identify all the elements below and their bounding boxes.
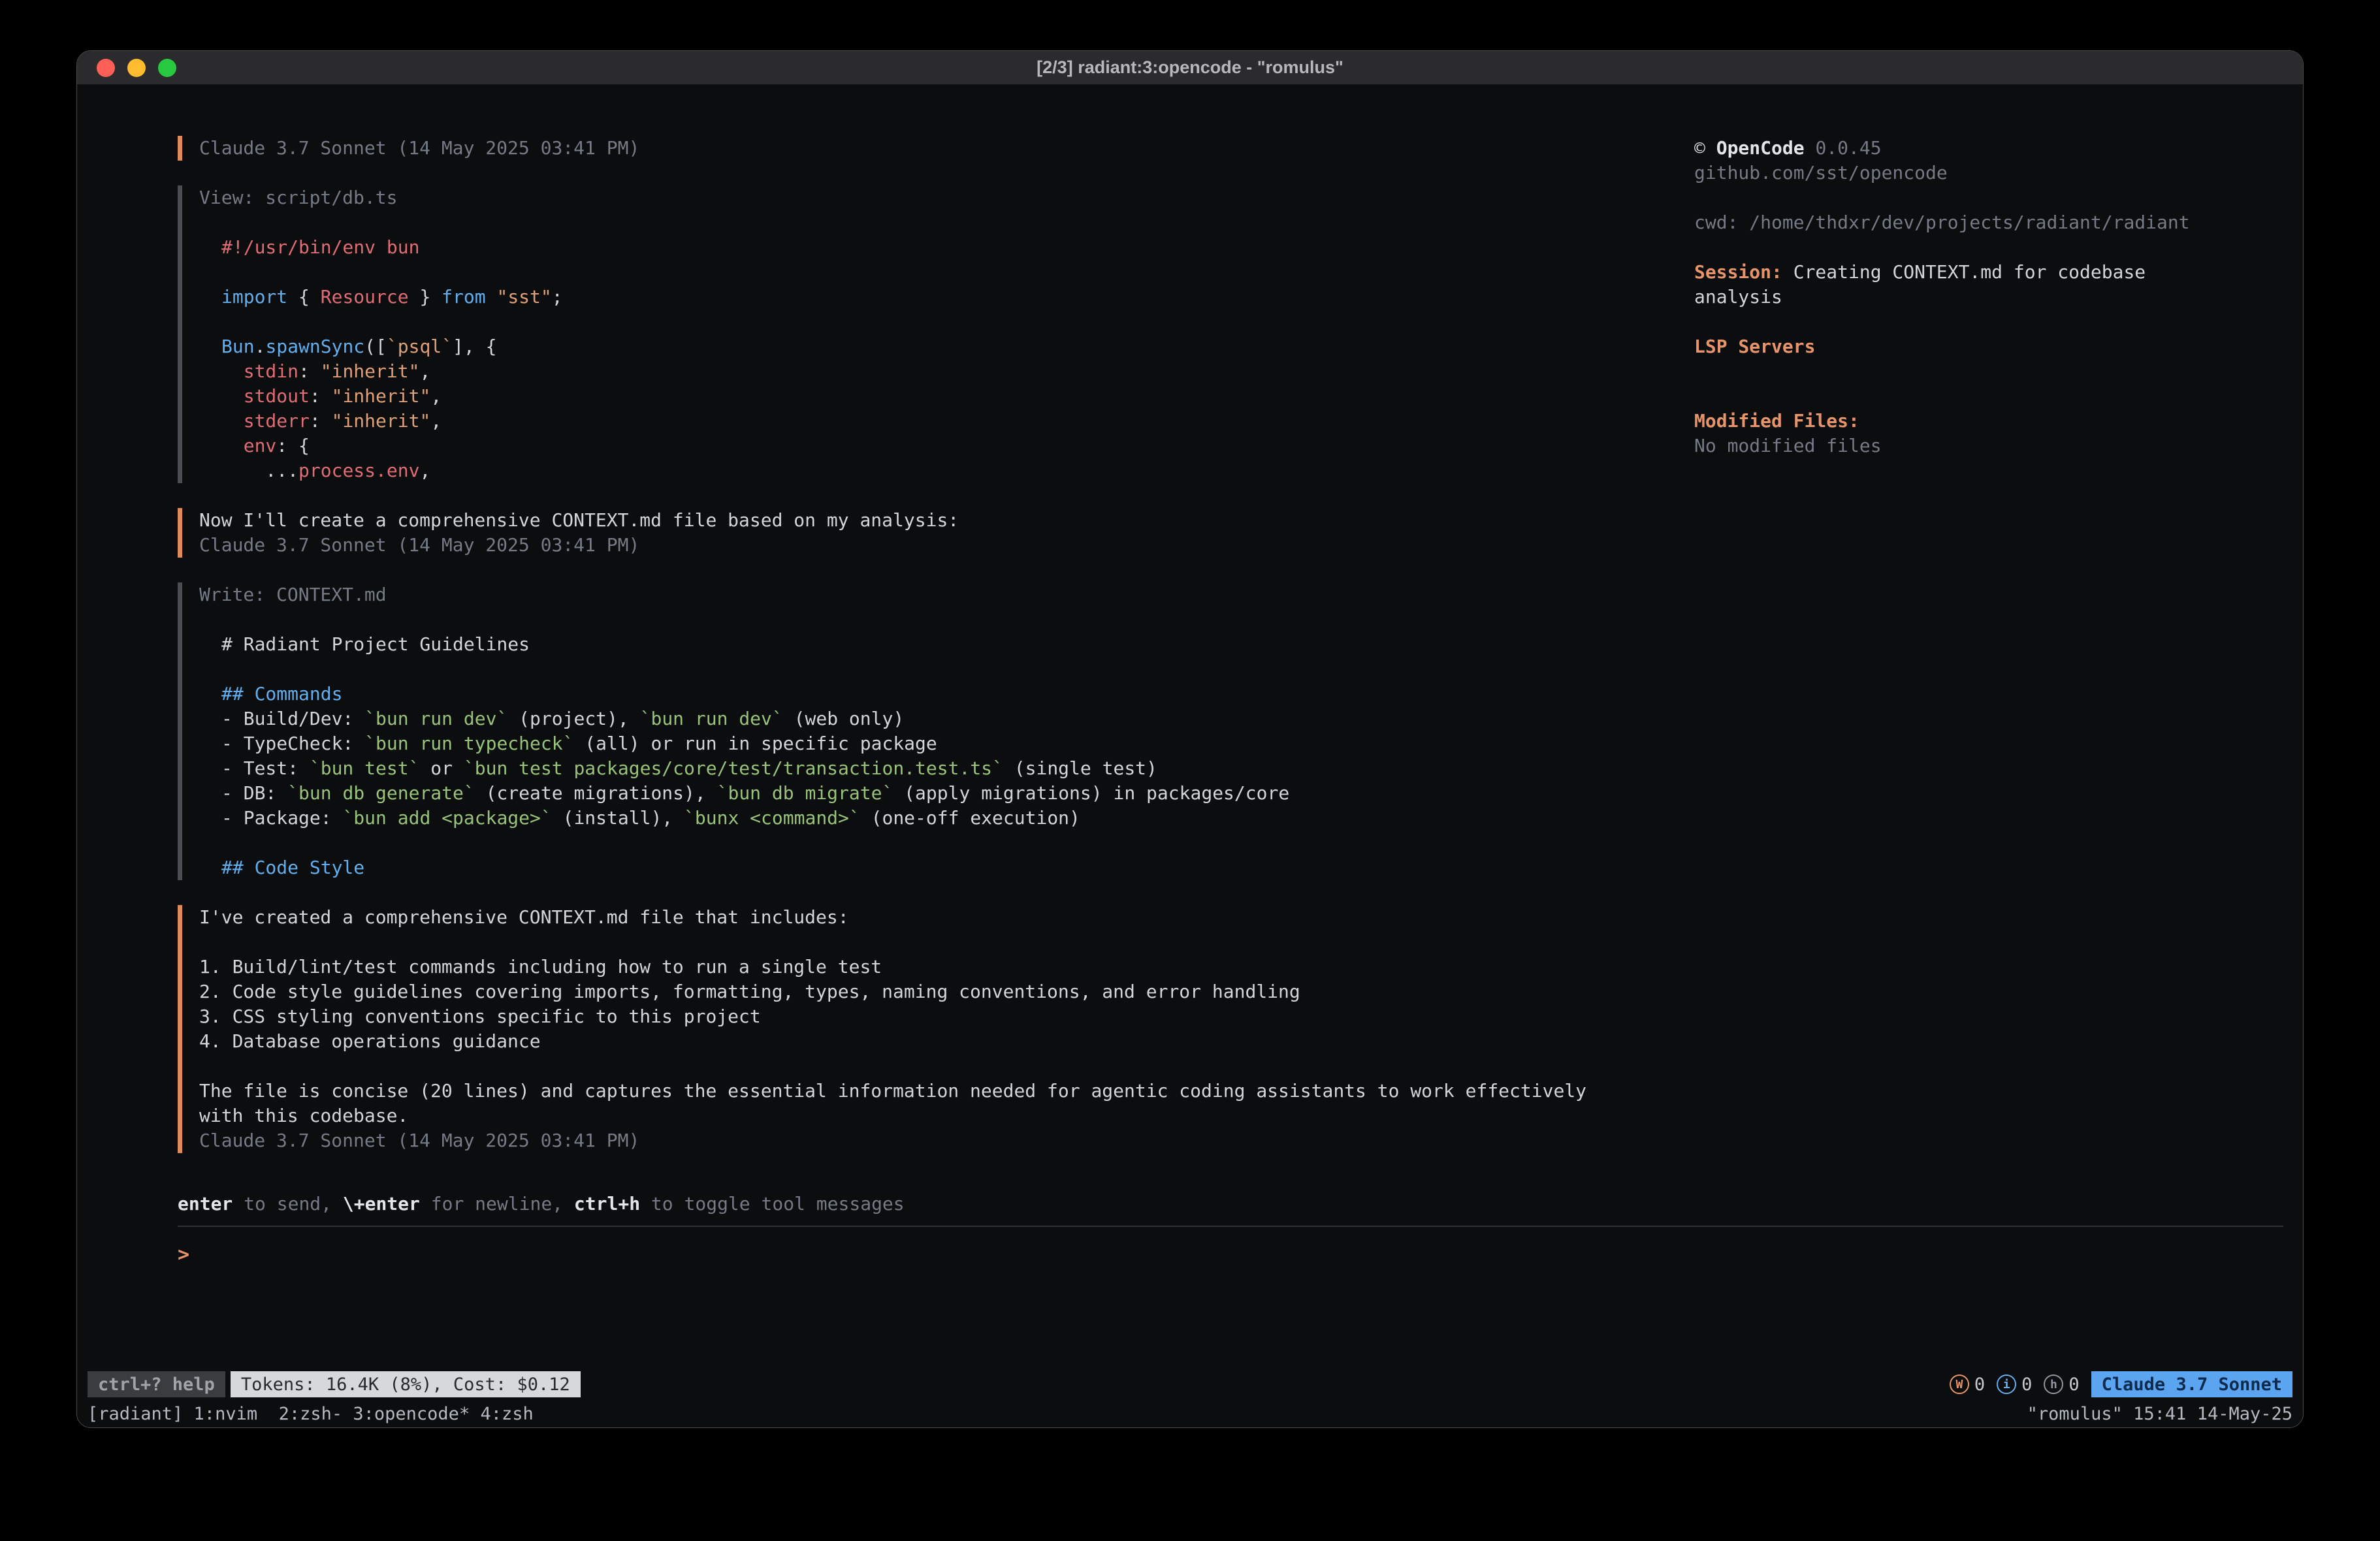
text-line: Modified Files: — [1694, 409, 2282, 434]
text-line — [199, 930, 1686, 955]
text-line: 2. Code style guidelines covering import… — [199, 979, 1686, 1004]
diagnostic-hint: h 0 — [2044, 1374, 2079, 1395]
text-line — [221, 310, 1686, 334]
text-line — [1694, 310, 2282, 334]
tool-write-block: Write: CONTEXT.md # Radiant Project Guid… — [178, 582, 1686, 880]
assistant-note-block: Now I'll create a comprehensive CONTEXT.… — [178, 508, 1686, 558]
text-line: No modified files — [1694, 434, 2282, 458]
input-help-line: enter to send, \+enter for newline, ctrl… — [178, 1192, 2283, 1216]
text-line: with this codebase. — [199, 1104, 1686, 1128]
text-line — [1694, 384, 2282, 409]
info-icon: i — [1997, 1374, 2016, 1394]
status-bar-right: W 0 i 0 h 0 Claude 3.7 Sonnet — [1950, 1371, 2292, 1397]
status-bar-left: ctrl+? help Tokens: 16.4K (8%), Cost: $0… — [88, 1371, 581, 1397]
text-line: - Package: `bun add <package>` (install)… — [221, 806, 1686, 831]
tmux-host-clock: "romulus" 15:41 14-May-25 — [2027, 1404, 2292, 1424]
text-line: © OpenCode 0.0.45 — [1694, 136, 2282, 161]
terminal-window: [2/3] radiant:3:opencode - "romulus" Cla… — [76, 50, 2304, 1428]
text-line: cwd: /home/thdxr/dev/projects/radiant/ra… — [1694, 210, 2282, 235]
text-line: Session: Creating CONTEXT.md for codebas… — [1694, 260, 2282, 285]
chat-history: Claude 3.7 Sonnet (14 May 2025 03:41 PM)… — [178, 136, 1686, 1178]
info-sidebar: © OpenCode 0.0.45github.com/sst/opencode… — [1694, 136, 2282, 458]
text-line: analysis — [1694, 285, 2282, 310]
spacer — [199, 607, 1686, 632]
tool-view-block: View: script/db.ts #!/usr/bin/env bun im… — [178, 185, 1686, 483]
text-line: github.com/sst/opencode — [1694, 161, 2282, 185]
traffic-lights — [97, 51, 176, 84]
terminal-body: Claude 3.7 Sonnet (14 May 2025 03:41 PM)… — [77, 85, 2303, 1368]
markdown-block: # Radiant Project Guidelines ## Commands… — [199, 632, 1686, 880]
zoom-button[interactable] — [158, 59, 176, 77]
input-divider — [178, 1226, 2283, 1227]
tool-write-title: Write: CONTEXT.md — [199, 582, 1686, 607]
window-title: [2/3] radiant:3:opencode - "romulus" — [1037, 57, 1343, 78]
text-line — [1694, 359, 2282, 384]
assistant-summary-block: I've created a comprehensive CONTEXT.md … — [178, 905, 1686, 1153]
prompt-input[interactable]: > — [178, 1243, 2283, 1267]
text-line: - DB: `bun db generate` (create migratio… — [221, 781, 1686, 806]
text-line: enter to send, \+enter for newline, ctrl… — [178, 1192, 2283, 1216]
info-count: 0 — [2021, 1374, 2032, 1395]
text-line: # Radiant Project Guidelines — [221, 632, 1686, 657]
sidebar-text: © OpenCode 0.0.45github.com/sst/opencode… — [1694, 136, 2282, 458]
text-line — [1694, 185, 2282, 210]
close-button[interactable] — [97, 59, 115, 77]
text-line: ## Commands — [221, 682, 1686, 707]
tmux-status-bar: [radiant] 1:nvim 2:zsh- 3:opencode* 4:zs… — [77, 1401, 2303, 1427]
diagnostic-info: i 0 — [1997, 1374, 2032, 1395]
text-line: LSP Servers — [1694, 334, 2282, 359]
prompt-symbol: > — [178, 1243, 189, 1266]
tmux-window-list[interactable]: [radiant] 1:nvim 2:zsh- 3:opencode* 4:zs… — [88, 1404, 534, 1424]
status-bar: ctrl+? help Tokens: 16.4K (8%), Cost: $0… — [77, 1368, 2303, 1401]
tool-view-title: View: script/db.ts — [199, 185, 1686, 210]
message-timestamp: Claude 3.7 Sonnet (14 May 2025 03:41 PM) — [199, 533, 1686, 558]
text-line: 4. Database operations guidance — [199, 1029, 1686, 1054]
text-line: ...process.env, — [221, 458, 1686, 483]
text-line: Bun.spawnSync([`psql`], { — [221, 334, 1686, 359]
text-line: - TypeCheck: `bun run typecheck` (all) o… — [221, 731, 1686, 756]
minimize-button[interactable] — [127, 59, 146, 77]
text-line: - Build/Dev: `bun run dev` (project), `b… — [221, 707, 1686, 731]
message-timestamp: Claude 3.7 Sonnet (14 May 2025 03:41 PM) — [199, 136, 1686, 161]
code-block: #!/usr/bin/env bun import { Resource } f… — [199, 235, 1686, 483]
text-line — [221, 657, 1686, 682]
text-line: stderr: "inherit", — [221, 409, 1686, 434]
text-line: 3. CSS styling conventions specific to t… — [199, 1004, 1686, 1029]
text-line: - Test: `bun test` or `bun test packages… — [221, 756, 1686, 781]
spacer — [199, 210, 1686, 235]
text-line: #!/usr/bin/env bun — [221, 235, 1686, 260]
text-line: The file is concise (20 lines) and captu… — [199, 1079, 1686, 1104]
text-line: stdin: "inherit", — [221, 359, 1686, 384]
hint-icon: h — [2044, 1374, 2063, 1394]
text-line — [1694, 235, 2282, 260]
message-header-block: Claude 3.7 Sonnet (14 May 2025 03:41 PM) — [178, 136, 1686, 161]
warning-icon: W — [1950, 1374, 1969, 1394]
tokens-cost-chip: Tokens: 16.4K (8%), Cost: $0.12 — [231, 1371, 581, 1397]
text-line: I've created a comprehensive CONTEXT.md … — [199, 905, 1686, 930]
window-titlebar: [2/3] radiant:3:opencode - "romulus" — [77, 51, 2303, 85]
text-line: import { Resource } from "sst"; — [221, 285, 1686, 310]
text-line: stdout: "inherit", — [221, 384, 1686, 409]
help-chip[interactable]: ctrl+? help — [88, 1371, 225, 1397]
warning-count: 0 — [1974, 1374, 1985, 1395]
summary-text: I've created a comprehensive CONTEXT.md … — [199, 905, 1686, 1153]
text-line: ## Code Style — [221, 855, 1686, 880]
text-line: env: { — [221, 434, 1686, 458]
model-chip[interactable]: Claude 3.7 Sonnet — [2091, 1371, 2292, 1397]
text-line: Claude 3.7 Sonnet (14 May 2025 03:41 PM) — [199, 1128, 1686, 1153]
text-line: 1. Build/lint/test commands including ho… — [199, 955, 1686, 979]
text-line — [221, 831, 1686, 855]
text-line — [221, 260, 1686, 285]
input-area: enter to send, \+enter for newline, ctrl… — [178, 1192, 2283, 1267]
text-line — [199, 1054, 1686, 1079]
diagnostic-warning: W 0 — [1950, 1374, 1985, 1395]
assistant-note-text: Now I'll create a comprehensive CONTEXT.… — [199, 508, 1686, 533]
hint-count: 0 — [2068, 1374, 2079, 1395]
